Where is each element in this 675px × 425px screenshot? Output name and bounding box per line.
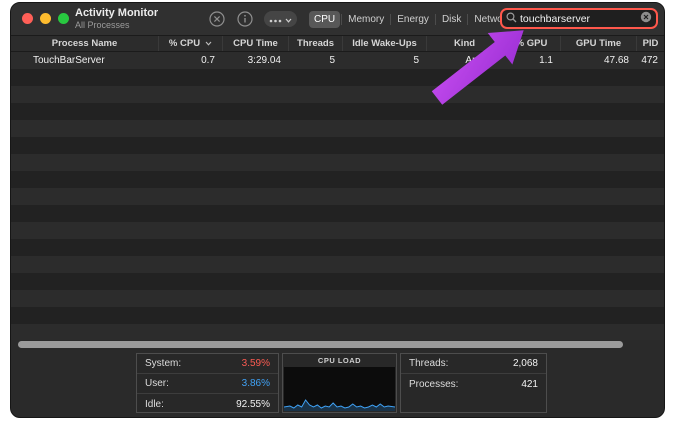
chevron-down-icon xyxy=(285,10,292,28)
cell-cpu: 0.7 xyxy=(159,52,223,69)
cell-gpu: 1.1 xyxy=(503,52,561,69)
tab-separator xyxy=(435,14,436,25)
column-header-kind[interactable]: Kind xyxy=(427,36,503,51)
more-options-button[interactable] xyxy=(264,11,297,27)
activity-monitor-window: Activity Monitor All Processes xyxy=(10,2,665,418)
column-header-gpu[interactable]: % GPU xyxy=(503,36,561,51)
screenshot-stage: Activity Monitor All Processes xyxy=(0,0,675,425)
quit-process-icon xyxy=(209,11,225,27)
column-header-idle-wake-ups[interactable]: Idle Wake-Ups xyxy=(343,36,427,51)
horizontal-scrollbar[interactable] xyxy=(11,340,664,349)
stat-system: System: 3.59% xyxy=(137,354,278,374)
tab-separator xyxy=(390,14,391,25)
stat-label: System: xyxy=(145,358,181,369)
tab-memory[interactable]: Memory xyxy=(343,11,389,28)
ellipsis-icon xyxy=(269,10,282,28)
stat-label: Processes: xyxy=(409,379,458,390)
search-icon xyxy=(506,10,517,28)
cpu-load-title: CPU LOAD xyxy=(283,354,396,367)
column-header-cpu[interactable]: % CPU xyxy=(159,36,223,51)
stat-value: 3.86% xyxy=(242,378,270,389)
close-button[interactable] xyxy=(22,13,33,24)
stat-idle: Idle: 92.55% xyxy=(137,394,278,414)
stat-label: Idle: xyxy=(145,399,164,410)
clear-search-button[interactable] xyxy=(640,10,652,28)
quit-process-button[interactable] xyxy=(208,10,226,28)
search-field xyxy=(500,8,658,29)
stat-user: User: 3.86% xyxy=(137,374,278,394)
tab-separator xyxy=(341,14,342,25)
column-header-gpu-time[interactable]: GPU Time xyxy=(561,36,637,51)
table-row[interactable]: TouchBarServer 0.7 3:29.04 5 5 Apple 1.1… xyxy=(11,52,664,69)
tab-separator xyxy=(467,14,468,25)
stat-processes: Processes: 421 xyxy=(401,374,546,394)
table-header-row: Process Name % CPU CPU Time Threads Idle… xyxy=(11,35,664,52)
cpu-usage-stats-box: System: 3.59% User: 3.86% Idle: 92.55% xyxy=(136,353,279,413)
titlebar: Activity Monitor All Processes xyxy=(11,3,664,35)
search-input[interactable] xyxy=(517,13,640,25)
stat-value: 2,068 xyxy=(513,358,538,369)
stat-threads: Threads: 2,068 xyxy=(401,354,546,374)
cell-kind: Apple xyxy=(427,52,503,69)
stat-label: User: xyxy=(145,378,169,389)
tab-cpu[interactable]: CPU xyxy=(309,11,340,28)
window-subtitle: All Processes xyxy=(75,21,158,31)
table-empty-area xyxy=(11,69,664,340)
column-header-pid[interactable]: PID xyxy=(637,36,664,51)
inspect-button[interactable] xyxy=(236,10,254,28)
title-block: Activity Monitor All Processes xyxy=(75,7,158,31)
stat-value: 421 xyxy=(521,379,538,390)
cell-process-name: TouchBarServer xyxy=(11,52,159,69)
column-header-cpu-time[interactable]: CPU Time xyxy=(223,36,289,51)
cell-idle-wake-ups: 5 xyxy=(343,52,427,69)
stat-value: 3.59% xyxy=(242,358,270,369)
cell-threads: 5 xyxy=(289,52,343,69)
sort-chevron-icon xyxy=(205,38,212,49)
cpu-load-graph xyxy=(284,367,395,411)
cell-gpu-time: 47.68 xyxy=(561,52,637,69)
stat-label: Threads: xyxy=(409,358,448,369)
tab-energy[interactable]: Energy xyxy=(392,11,434,28)
tab-disk[interactable]: Disk xyxy=(437,11,466,28)
zoom-button[interactable] xyxy=(58,13,69,24)
cell-cpu-time: 3:29.04 xyxy=(223,52,289,69)
minimize-button[interactable] xyxy=(40,13,51,24)
stat-value: 92.55% xyxy=(236,399,270,410)
cell-pid: 472 xyxy=(637,52,664,69)
scrollbar-thumb[interactable] xyxy=(18,341,623,348)
process-counters-box: Threads: 2,068 Processes: 421 xyxy=(400,353,547,413)
column-header-process-name[interactable]: Process Name xyxy=(11,36,159,51)
column-header-threads[interactable]: Threads xyxy=(289,36,343,51)
view-tab-group: CPU Memory Energy Disk Network xyxy=(309,9,516,29)
window-title: Activity Monitor xyxy=(75,7,158,19)
cpu-load-box: CPU LOAD xyxy=(282,353,397,413)
info-icon xyxy=(237,11,253,27)
